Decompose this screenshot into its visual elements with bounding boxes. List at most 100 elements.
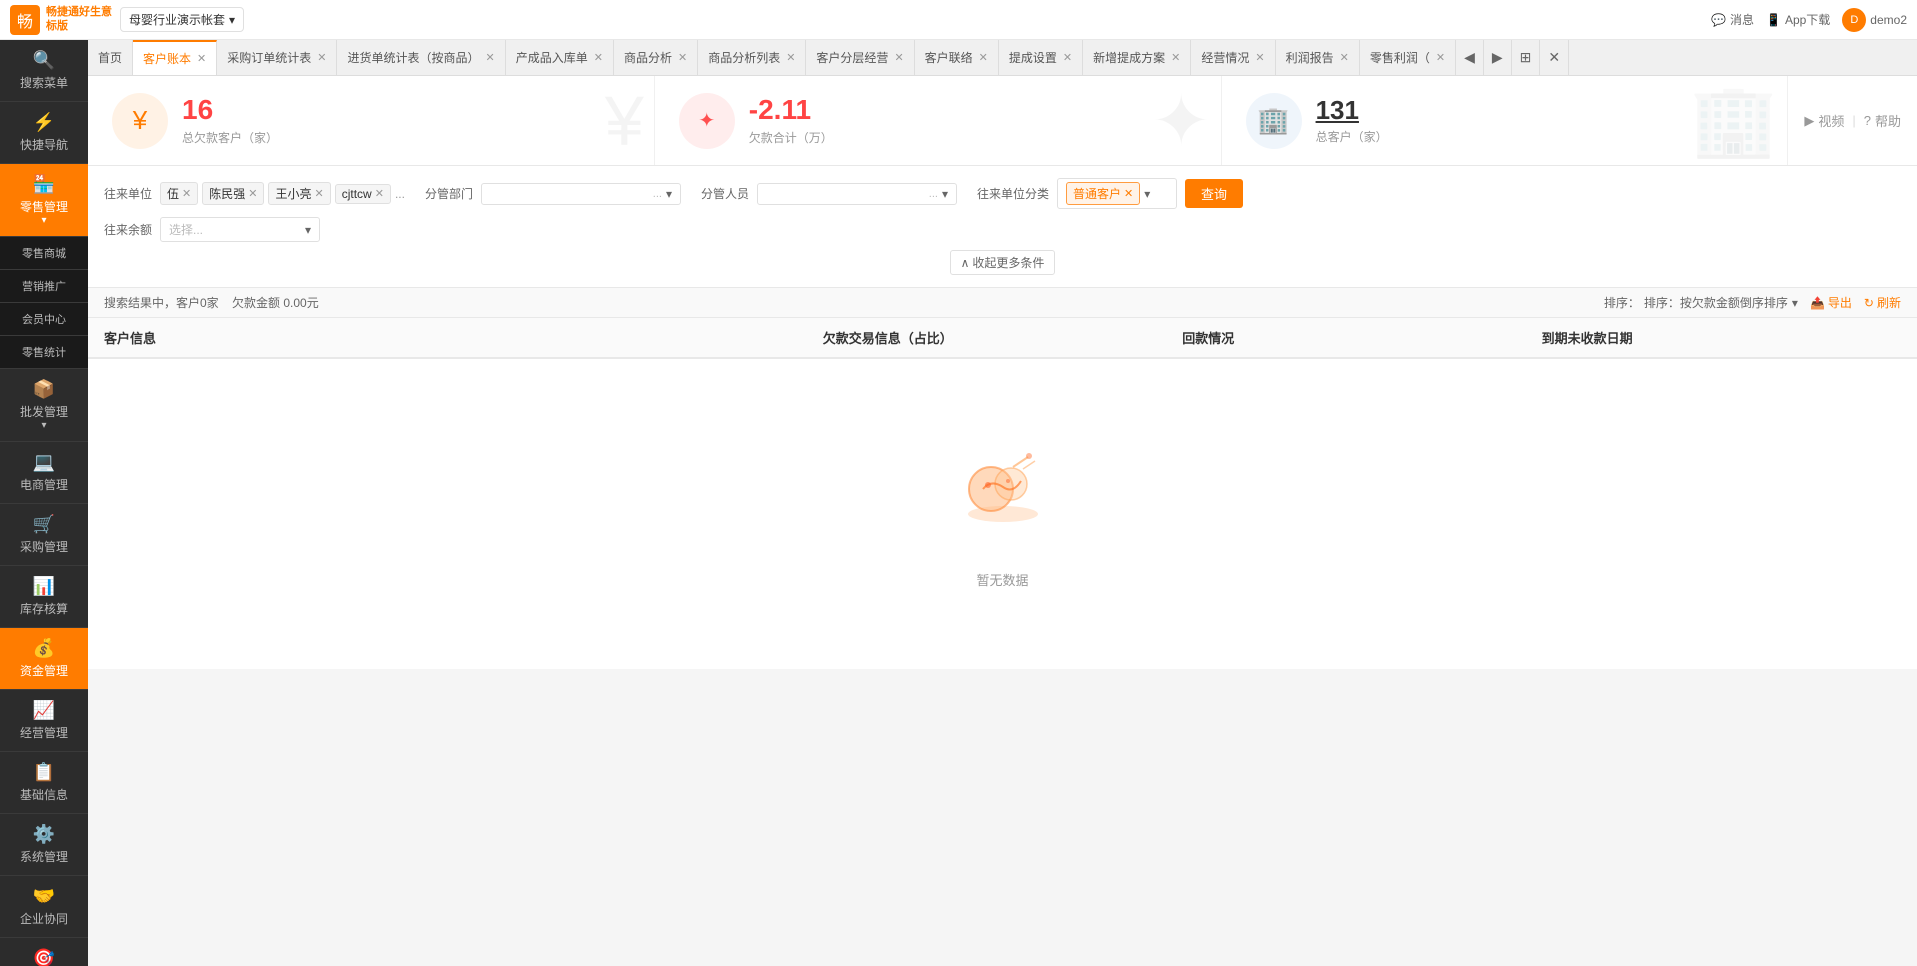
- unit-type-select[interactable]: 普通客户 ✕ ▾: [1057, 178, 1177, 209]
- tab-close-cost[interactable]: ✕: [594, 51, 603, 64]
- sidebar-item-marketing[interactable]: 营销推广: [0, 270, 88, 303]
- tab-customer-contact[interactable]: 客户联络 ✕: [915, 40, 999, 75]
- logo-icon: 畅: [10, 5, 40, 35]
- page-area: ¥ 16 总欠款客户（家） ¥ ✦ -2.11 欠款合计（万）: [88, 76, 1917, 966]
- tab-reminder[interactable]: 提成设置 ✕: [999, 40, 1083, 75]
- help-button[interactable]: ? 帮助: [1864, 111, 1901, 130]
- debtors-value: 16: [182, 95, 278, 126]
- unit-tag-chen-close[interactable]: ✕: [248, 187, 257, 200]
- tab-close-stock[interactable]: ✕: [486, 51, 495, 64]
- sidebar-item-purchase[interactable]: 🛒 采购管理: [0, 504, 88, 566]
- tab-cost-in[interactable]: 产成品入库单 ✕: [506, 40, 614, 75]
- unit-tag-wu-close[interactable]: ✕: [182, 187, 191, 200]
- sidebar-item-finance[interactable]: 💰 资金管理: [0, 628, 88, 690]
- tab-close-product[interactable]: ✕: [678, 51, 687, 64]
- tab-expand-btn[interactable]: ⊞: [1512, 40, 1541, 75]
- person-select[interactable]: ... ▾: [757, 183, 957, 205]
- logo-area: 畅 畅捷通好生意 标版: [10, 5, 112, 35]
- unit-type-close[interactable]: ✕: [1124, 187, 1133, 200]
- tab-purchase-order[interactable]: 采购订单统计表 ✕: [217, 40, 337, 75]
- tab-stock-stats[interactable]: 进货单统计表（按商品） ✕: [337, 40, 505, 75]
- tab-close-reminder[interactable]: ✕: [1063, 51, 1072, 64]
- sidebar-item-search[interactable]: 🔍 搜索菜单: [0, 40, 88, 102]
- operation-icon: 📈: [4, 700, 84, 721]
- tab-close-plan[interactable]: ✕: [1171, 51, 1180, 64]
- sidebar-item-member[interactable]: 会员中心: [0, 303, 88, 336]
- sidebar-item-basic[interactable]: 📋 基础信息: [0, 752, 88, 814]
- tab-close-seg[interactable]: ✕: [894, 51, 903, 64]
- debt-icon: ✦: [679, 93, 735, 149]
- tab-close-op[interactable]: ✕: [1255, 51, 1264, 64]
- tab-close-contact[interactable]: ✕: [979, 51, 988, 64]
- total-value[interactable]: 131: [1316, 96, 1388, 125]
- search-summary: 搜索结果中，客户0家 欠款金额 0.00元 排序： 排序：按欠款金额倒序排序 ▾…: [88, 288, 1917, 318]
- unit-tags-more[interactable]: ...: [395, 187, 405, 201]
- app-download-button[interactable]: 📱 App下载: [1766, 11, 1830, 28]
- sidebar-item-shortcut[interactable]: ⚡ 快捷导航: [0, 102, 88, 164]
- export-button[interactable]: 📤 导出: [1810, 294, 1852, 311]
- summary-card-total: 🏢 131 总客户（家） 🏢: [1222, 76, 1789, 165]
- user-menu[interactable]: D demo2: [1842, 8, 1907, 32]
- collapse-button[interactable]: ∧ 收起更多条件: [950, 250, 1056, 275]
- query-button[interactable]: 查询: [1185, 179, 1243, 208]
- debtors-bg: ¥: [605, 81, 644, 161]
- sidebar-item-inventory[interactable]: 📊 库存核算: [0, 566, 88, 628]
- search-icon: 🔍: [4, 50, 84, 71]
- tab-customer-segment[interactable]: 客户分层经营 ✕: [806, 40, 914, 75]
- tab-product-analysis[interactable]: 商品分析 ✕: [614, 40, 698, 75]
- sidebar-item-ecom[interactable]: 💻 电商管理: [0, 442, 88, 504]
- th-repay: 回款情况: [1182, 328, 1541, 347]
- collapse-up-icon: ∧: [961, 256, 970, 270]
- refresh-button[interactable]: ↻ 刷新: [1864, 294, 1901, 311]
- empty-svg: [953, 439, 1053, 539]
- tab-close-accounts[interactable]: ✕: [197, 52, 206, 65]
- person-label: 分管人员: [701, 185, 749, 202]
- unit-tag-cj-close[interactable]: ✕: [375, 187, 384, 200]
- unit-tag-wang-close[interactable]: ✕: [315, 187, 324, 200]
- sidebar-item-operation[interactable]: 📈 经营管理: [0, 690, 88, 752]
- tab-close-profit[interactable]: ✕: [1340, 51, 1349, 64]
- store-selector[interactable]: 母婴行业演示帐套 ▾: [120, 7, 244, 32]
- question-icon: ?: [1864, 113, 1871, 128]
- summary-section: ¥ 16 总欠款客户（家） ¥ ✦ -2.11 欠款合计（万）: [88, 76, 1917, 166]
- total-data: 131 总客户（家）: [1316, 96, 1388, 146]
- finance-icon: 💰: [4, 638, 84, 659]
- person-more-icon: ...: [929, 188, 938, 200]
- sidebar-item-retail-stats[interactable]: 零售统计: [0, 336, 88, 369]
- balance-select[interactable]: 选择... ▾: [160, 217, 320, 242]
- tab-home[interactable]: 首页: [88, 40, 133, 75]
- top-header: 畅 畅捷通好生意 标版 母婴行业演示帐套 ▾ 💬 消息 📱 App下载 D de…: [0, 0, 1917, 40]
- sidebar-item-enterprise[interactable]: 🤝 企业协同: [0, 876, 88, 938]
- unit-tag-cj: cjttcw ✕: [335, 184, 391, 204]
- tab-next-btn[interactable]: ▶: [1484, 40, 1512, 75]
- tab-close-plist[interactable]: ✕: [786, 51, 795, 64]
- sidebar-item-retail-store[interactable]: 零售商城: [0, 237, 88, 270]
- phone-icon: 📱: [1766, 13, 1781, 27]
- dept-select[interactable]: ... ▾: [481, 183, 681, 205]
- sidebar-item-wholesale[interactable]: 📦 批发管理 ▾: [0, 369, 88, 442]
- video-button[interactable]: ▶ 视频: [1804, 111, 1844, 130]
- sidebar-item-guide[interactable]: 🎯 新手引导: [0, 938, 88, 966]
- sort-selector[interactable]: 排序： 排序：按欠款金额倒序排序 ▾: [1604, 294, 1798, 311]
- sidebar-item-system[interactable]: ⚙️ 系统管理: [0, 814, 88, 876]
- tab-operation[interactable]: 经营情况 ✕: [1191, 40, 1275, 75]
- tab-retail-profit[interactable]: 零售利润（ ✕: [1360, 40, 1456, 75]
- sidebar-item-retail[interactable]: 🏪 零售管理 ▾: [0, 164, 88, 237]
- debtors-icon: ¥: [112, 93, 168, 149]
- tab-new-plan[interactable]: 新增提成方案 ✕: [1083, 40, 1191, 75]
- tab-accounts[interactable]: 客户账本 ✕: [133, 40, 217, 75]
- debt-value: -2.11: [749, 95, 833, 126]
- message-button[interactable]: 💬 消息: [1711, 11, 1754, 28]
- tab-close-all-btn[interactable]: ✕: [1540, 40, 1569, 75]
- unit-type-label: 往来单位分类: [977, 185, 1049, 202]
- help-area: ▶ 视频 | ? 帮助: [1788, 76, 1917, 165]
- tab-close-rprofit[interactable]: ✕: [1436, 51, 1445, 64]
- tab-close-purchase[interactable]: ✕: [317, 51, 326, 64]
- total-icon: 🏢: [1246, 93, 1302, 149]
- tab-bar: 首页 客户账本 ✕ 采购订单统计表 ✕ 进货单统计表（按商品） ✕ 产成品入库单…: [88, 40, 1917, 76]
- unit-tags: 伍 ✕ 陈民强 ✕ 王小亮 ✕ cjttcw ✕: [160, 182, 405, 205]
- system-icon: ⚙️: [4, 824, 84, 845]
- tab-product-list[interactable]: 商品分析列表 ✕: [698, 40, 806, 75]
- tab-prev-btn[interactable]: ◀: [1456, 40, 1484, 75]
- tab-profit[interactable]: 利润报告 ✕: [1276, 40, 1360, 75]
